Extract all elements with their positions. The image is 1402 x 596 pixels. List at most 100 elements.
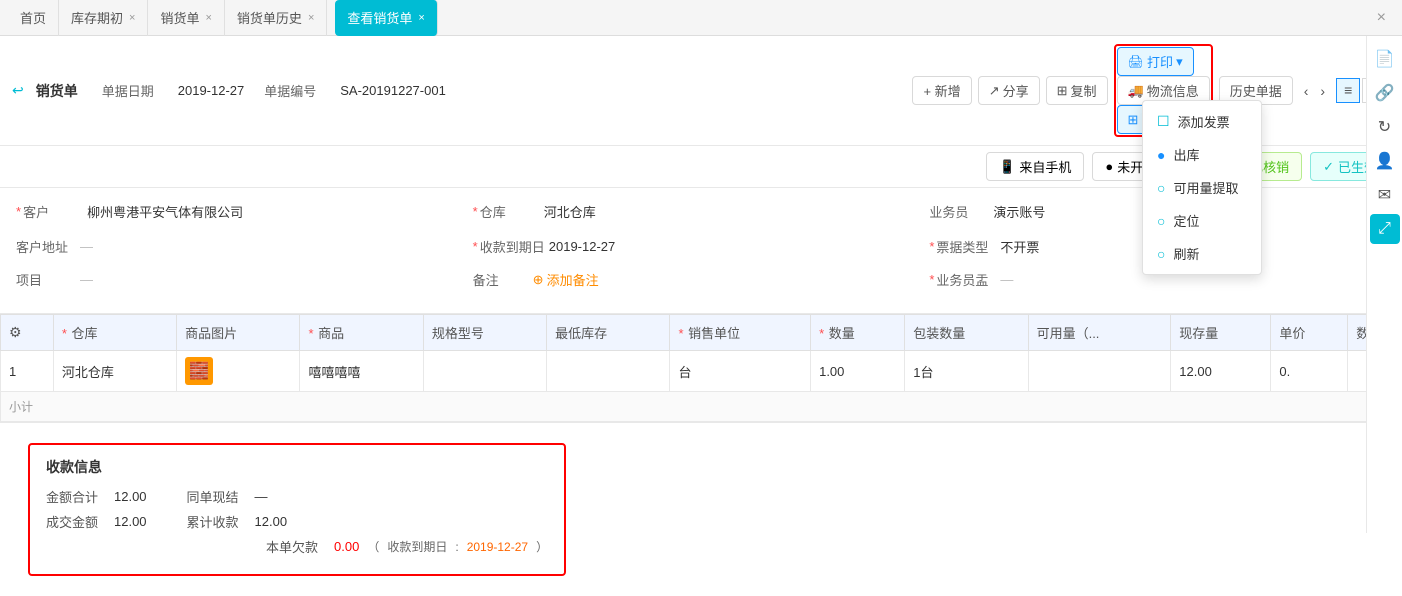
customer-value: 柳州粤港平安气体有限公司	[83, 200, 247, 223]
tab-bar: 首页 库存期初 × 销货单 × 销货单历史 × 查看销货单 × ×	[0, 0, 1402, 36]
payment-row-3: 本单欠款 0.00 （ 收款到期日 : 2019-12-27 ）	[46, 537, 548, 556]
row-price: 0.	[1271, 351, 1348, 392]
available-qty-item[interactable]: ○ 可用量提取	[1143, 171, 1261, 204]
row-min-stock	[547, 351, 670, 392]
share-icon: ↗	[989, 83, 1000, 99]
col-pack-qty: 包装数量	[905, 315, 1028, 351]
row-qty: 1.00	[811, 351, 905, 392]
product-thumbnail: 🧱	[185, 357, 213, 385]
date-label: 单据日期	[102, 81, 154, 100]
col-warehouse: * 仓库	[53, 315, 176, 351]
table-row: 1 河北仓库 🧱 嘻嘻嘻嘻 台 1.00 1台 12.00 0.	[1, 351, 1402, 392]
address-value: —	[76, 237, 97, 256]
transaction-amount-value: 12.00	[114, 514, 147, 529]
window-close-button[interactable]: ×	[1369, 9, 1394, 27]
due-date-value: 2019-12-27	[467, 540, 528, 554]
effective-icon: ✓	[1323, 159, 1334, 175]
row-current-stock: 12.00	[1171, 351, 1271, 392]
ticket-icon: ●	[1105, 159, 1113, 174]
plus-icon: ⊕	[533, 272, 544, 288]
ticket-type-value: 不开票	[996, 235, 1043, 258]
print-button[interactable]: 🖨 打印 ▾	[1117, 47, 1194, 76]
next-arrow[interactable]: ›	[1315, 80, 1330, 102]
project-value: —	[76, 270, 97, 289]
sidebar-doc-icon[interactable]: 📄	[1370, 44, 1400, 74]
refresh-icon: ○	[1157, 246, 1165, 262]
col-product: * 商品	[300, 315, 423, 351]
col-available: 可用量（...	[1028, 315, 1171, 351]
print-icon: 🖨	[1128, 54, 1145, 70]
logistics-icon: 🚚	[1128, 83, 1144, 99]
new-button[interactable]: + 新增	[912, 76, 971, 105]
amount-total-field: 金额合计 12.00	[46, 487, 147, 506]
close-tab-view-sales[interactable]: ×	[418, 12, 424, 24]
sidebar-expand-icon[interactable]: ⤢	[1370, 214, 1400, 244]
col-qty: * 数量	[811, 315, 905, 351]
due-date-note: （	[367, 538, 379, 555]
sales-person-value: —	[996, 270, 1017, 289]
close-tab-sales[interactable]: ×	[205, 12, 211, 24]
close-tab-sales-history[interactable]: ×	[308, 12, 314, 24]
row-pack-qty: 1台	[905, 351, 1028, 392]
copy-button[interactable]: ⊞ 复制	[1046, 76, 1108, 105]
tab-inventory-init[interactable]: 库存期初 ×	[59, 0, 148, 36]
refresh-item[interactable]: ○ 刷新	[1143, 237, 1261, 270]
share-button[interactable]: ↗ 分享	[978, 76, 1040, 105]
subtotal-row: 小计	[1, 392, 1402, 422]
row-spec	[423, 351, 546, 392]
operations-icon: ⊞	[1128, 112, 1139, 128]
prev-arrow[interactable]: ‹	[1299, 80, 1314, 102]
from-phone-button[interactable]: 📱 来自手机	[986, 152, 1084, 181]
add-invoice-item[interactable]: ☐ 添加发票	[1143, 105, 1261, 138]
invoice-icon: ☐	[1157, 113, 1170, 130]
copy-icon: ⊞	[1057, 83, 1068, 99]
note-field: 备注 ⊕ 添加备注	[473, 270, 930, 289]
payment-section: 收款信息 金额合计 12.00 同单现结 — 成交金额 12.00 累计收款	[0, 423, 1402, 596]
tab-view-sales-order[interactable]: 查看销货单 ×	[335, 0, 437, 36]
close-tab-inventory[interactable]: ×	[129, 12, 135, 24]
add-note-button[interactable]: ⊕ 添加备注	[533, 270, 599, 289]
row-unit: 台	[670, 351, 811, 392]
current-due-field: 本单欠款 0.00 （ 收款到期日 : 2019-12-27 ）	[266, 537, 548, 556]
locate-item[interactable]: ○ 定位	[1143, 204, 1261, 237]
col-price: 单价	[1271, 315, 1348, 351]
tab-home[interactable]: 首页	[8, 0, 59, 36]
payment-due-field: * 收款到期日 2019-12-27	[473, 237, 930, 256]
list-view-btn[interactable]: ≡	[1336, 78, 1360, 103]
col-unit: * 销售单位	[670, 315, 811, 351]
col-image: 商品图片	[177, 315, 300, 351]
col-spec: 规格型号	[423, 315, 546, 351]
sidebar-refresh-icon[interactable]: ↻	[1370, 112, 1400, 142]
accumulated-receipts-value: 12.00	[255, 514, 288, 529]
col-min-stock: 最低库存	[547, 315, 670, 351]
operations-dropdown: ☐ 添加发票 ● 出库 ○ 可用量提取 ○ 定位 ○ 刷新	[1142, 100, 1262, 275]
payment-due-value: 2019-12-27	[545, 237, 620, 256]
number-value: SA-20191227-001	[340, 83, 446, 98]
settings-icon[interactable]: ⚙	[9, 324, 22, 340]
outbound-item[interactable]: ● 出库	[1143, 138, 1261, 171]
table-area: ⚙ * 仓库 商品图片 * 商品 规格型号 最低库存 * 销售单位 * 数量 包…	[0, 314, 1402, 423]
sidebar-link-icon[interactable]: 🔗	[1370, 78, 1400, 108]
payment-row-1: 金额合计 12.00 同单现结 —	[46, 487, 548, 506]
accumulated-receipts-field: 累计收款 12.00	[187, 512, 288, 531]
date-value: 2019-12-27	[178, 83, 245, 98]
tab-sales-order[interactable]: 销货单 ×	[148, 0, 224, 36]
sidebar-mail-icon[interactable]: ✉	[1370, 180, 1400, 210]
project-field: 项目 —	[16, 270, 473, 289]
customer-field: * 客户 柳州粤港平安气体有限公司	[16, 200, 473, 223]
subtotal-label: 小计	[1, 392, 1402, 422]
tab-sales-history[interactable]: 销货单历史 ×	[225, 0, 327, 36]
table-header-row: ⚙ * 仓库 商品图片 * 商品 规格型号 最低库存 * 销售单位 * 数量 包…	[1, 315, 1402, 351]
current-due-value: 0.00	[334, 539, 359, 554]
phone-icon: 📱	[999, 159, 1015, 175]
payment-info-box: 收款信息 金额合计 12.00 同单现结 — 成交金额 12.00 累计收款	[28, 443, 566, 576]
address-field: 客户地址 —	[16, 237, 473, 256]
available-icon: ○	[1157, 180, 1165, 196]
col-settings: ⚙	[1, 315, 54, 351]
right-sidebar: 📄 🔗 ↻ 👤 ✉ ⤢	[1366, 36, 1402, 533]
toolbar-nav: ‹ ›	[1299, 80, 1330, 102]
row-image: 🧱	[177, 351, 300, 392]
sidebar-user-icon[interactable]: 👤	[1370, 146, 1400, 176]
same-order-field: 同单现结 —	[187, 487, 268, 506]
due-date-label: 收款到期日	[387, 538, 447, 555]
